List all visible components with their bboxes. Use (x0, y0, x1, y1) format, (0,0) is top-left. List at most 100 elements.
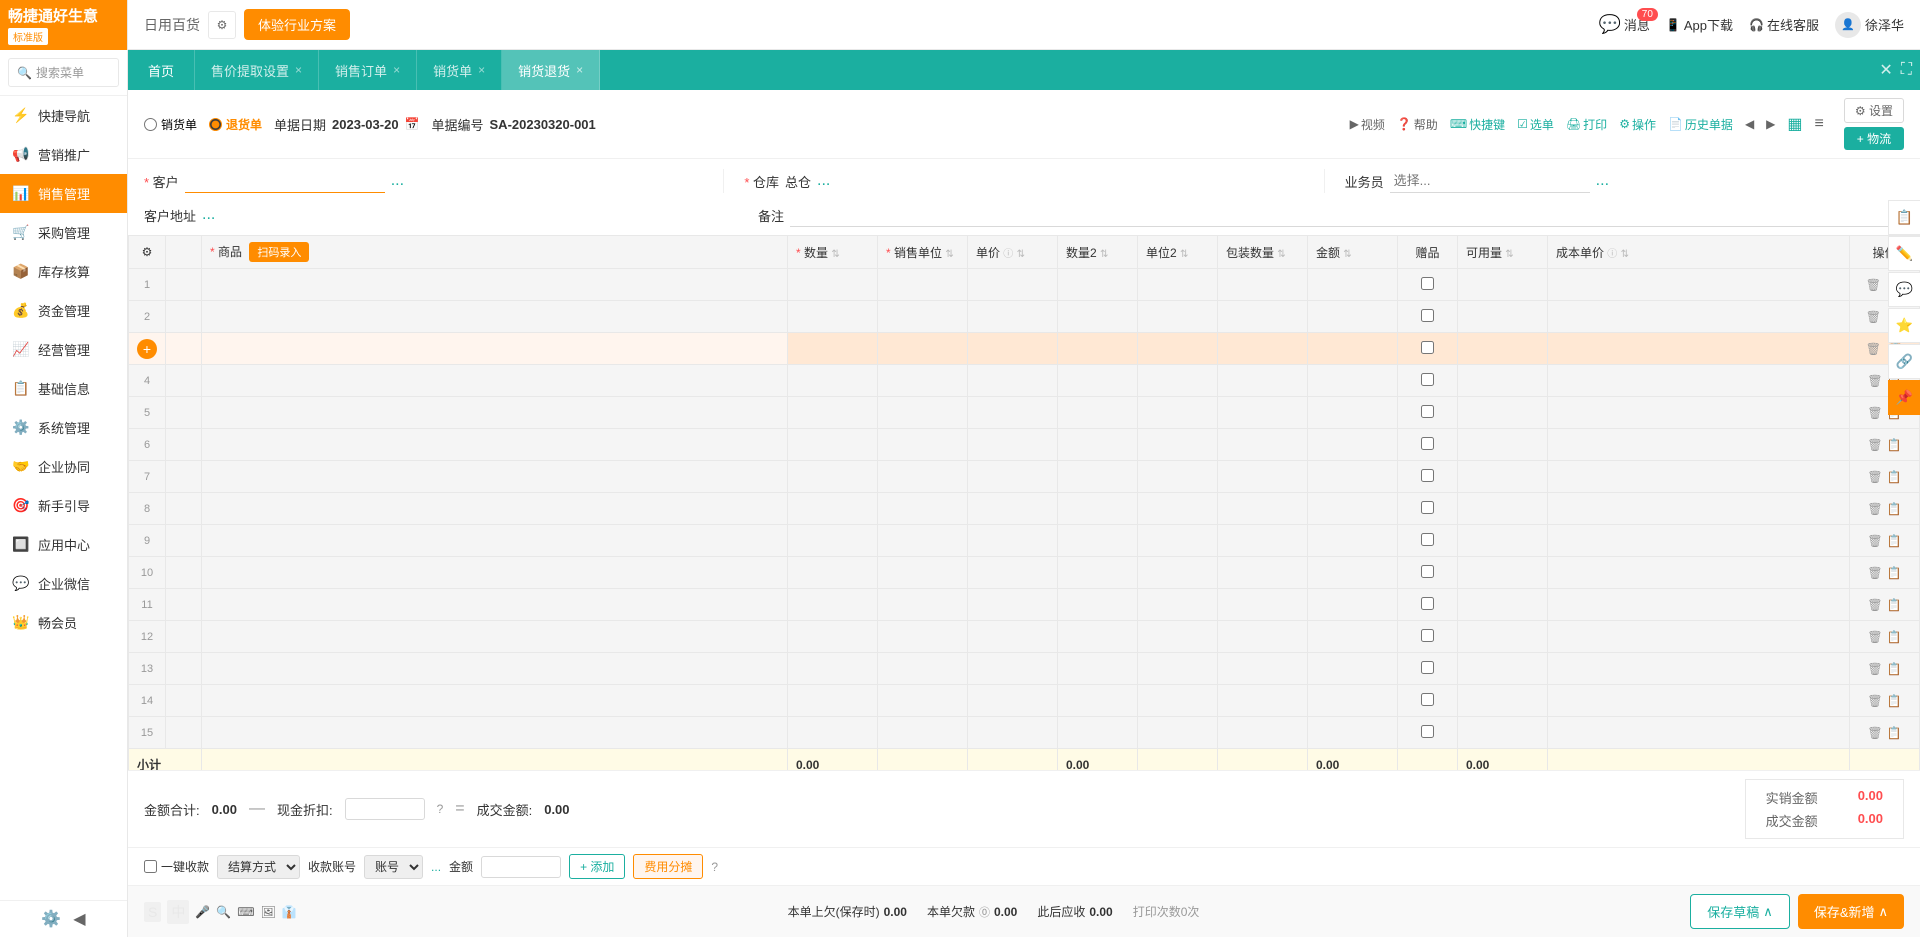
row-3-price[interactable] (967, 333, 1057, 365)
row-6-delete-icon[interactable]: 🗑 (1867, 438, 1882, 452)
staff-input[interactable] (1390, 169, 1590, 193)
topbar-settings-btn[interactable]: ⚙ (208, 11, 236, 39)
row-8-delete-icon[interactable]: 🗑 (1867, 502, 1882, 516)
row-1-unit[interactable] (877, 269, 967, 301)
account-select[interactable]: 账号 (364, 855, 423, 879)
row-13-delete-icon[interactable]: 🗑 (1867, 662, 1882, 676)
row-1-packqty[interactable] (1217, 269, 1307, 301)
table-settings-icon[interactable]: ⚙ (142, 245, 153, 259)
row-3-product-input[interactable] (210, 341, 779, 356)
sidebar-item-enterprise[interactable]: 🤝 企业协同 (0, 447, 127, 486)
row-15-gift-checkbox[interactable] (1421, 725, 1434, 738)
row-1-qty2[interactable] (1057, 269, 1137, 301)
row-1-price[interactable] (967, 269, 1057, 301)
right-panel-item-6[interactable]: 📌 (1888, 380, 1920, 415)
sidebar-item-marketing[interactable]: 📢 营销推广 (0, 135, 127, 174)
row-3-qty[interactable] (787, 333, 877, 365)
row-6-gift-checkbox[interactable] (1421, 437, 1434, 450)
sidebar-item-member[interactable]: 👑 畅会员 (0, 603, 127, 642)
tab-sale-order[interactable]: 销售订单 × (319, 50, 417, 90)
row-9-gift-checkbox[interactable] (1421, 533, 1434, 546)
grid-view-btn[interactable]: ▦ (1787, 114, 1802, 134)
tab-sale-return[interactable]: 销货退货 × (502, 50, 600, 90)
row-13-copy-icon[interactable]: 📋 (1887, 662, 1902, 676)
sidebar-item-purchase[interactable]: 🛒 采购管理 (0, 213, 127, 252)
row-13-gift-checkbox[interactable] (1421, 661, 1434, 674)
prev-record-btn[interactable]: ◀ (1745, 117, 1754, 131)
row-2-unit[interactable] (877, 301, 967, 333)
sidebar-item-sales[interactable]: 📊 销售管理 (0, 174, 127, 213)
row-3-gift[interactable] (1397, 333, 1457, 365)
help-discount-icon[interactable]: ? (437, 802, 444, 816)
user-area[interactable]: 👤 徐泽华 (1835, 12, 1904, 38)
payment-method-select[interactable]: 结算方式 (217, 855, 300, 879)
right-panel-item-4[interactable]: ⭐ (1888, 308, 1920, 343)
row-8-gift-checkbox[interactable] (1421, 501, 1434, 514)
row-2-delete-icon[interactable]: 🗑 (1866, 310, 1881, 324)
row-12-gift-checkbox[interactable] (1421, 629, 1434, 642)
right-panel-item-3[interactable]: 💬 (1888, 272, 1920, 307)
row-11-gift-checkbox[interactable] (1421, 597, 1434, 610)
customer-dots[interactable]: ... (391, 172, 404, 190)
radio-return-input[interactable] (209, 118, 222, 131)
account-dots[interactable]: ... (431, 860, 441, 874)
help-btn[interactable]: ❓ 帮助 (1397, 116, 1438, 133)
row-10-gift-checkbox[interactable] (1421, 565, 1434, 578)
operate-btn[interactable]: ⚙ 操作 (1619, 116, 1656, 133)
row-7-gift-checkbox[interactable] (1421, 469, 1434, 482)
row-3-delete-icon[interactable]: 🗑 (1866, 342, 1881, 356)
app-download-btn[interactable]: 📱 App下载 (1666, 15, 1733, 34)
video-btn[interactable]: ▶ 视频 (1350, 116, 1385, 133)
radio-return[interactable]: 退货单 (209, 116, 262, 133)
row-3-amount[interactable] (1307, 333, 1397, 365)
one-key-payment-input[interactable] (144, 860, 157, 873)
tab-sale-return-close[interactable]: × (576, 63, 583, 77)
tab-sale-order-close[interactable]: × (393, 63, 400, 77)
tab-sale-setting[interactable]: 售价提取设置 × (195, 50, 319, 90)
row-2-qty2[interactable] (1057, 301, 1137, 333)
sidebar-item-system[interactable]: ⚙️ 系统管理 (0, 408, 127, 447)
print-btn[interactable]: 🖨 打印 (1566, 116, 1607, 133)
split-help-icon[interactable]: ? (711, 860, 718, 874)
row-1-gift[interactable] (1397, 269, 1457, 301)
tab-sale-delivery[interactable]: 销货单 × (417, 50, 502, 90)
row-2-product[interactable] (202, 301, 788, 333)
col-settings-header[interactable]: ⚙ (129, 236, 166, 269)
row-1-gift-checkbox[interactable] (1421, 277, 1434, 290)
row-3-packqty[interactable] (1217, 333, 1307, 365)
row-2-gift-checkbox[interactable] (1421, 309, 1434, 322)
row-14-gift-checkbox[interactable] (1421, 693, 1434, 706)
row-1-product[interactable] (202, 269, 788, 301)
row-2-price[interactable] (967, 301, 1057, 333)
scan-btn[interactable]: 扫码录入 (249, 242, 309, 262)
sidebar-item-wecom[interactable]: 💬 企业微信 (0, 564, 127, 603)
one-key-payment-checkbox[interactable]: 一键收款 (144, 858, 209, 875)
radio-sale-input[interactable] (144, 118, 157, 131)
list-view-btn[interactable]: ≡ (1815, 115, 1824, 133)
right-panel-item-1[interactable]: 📋 (1888, 200, 1920, 235)
next-record-btn[interactable]: ▶ (1766, 117, 1775, 131)
row-2-unit2[interactable] (1137, 301, 1217, 333)
row-1-amount[interactable] (1307, 269, 1397, 301)
close-tab-icon[interactable]: ✕ (1879, 60, 1892, 80)
tab-sale-setting-close[interactable]: × (295, 63, 302, 77)
row-2-qty[interactable] (787, 301, 877, 333)
row-4-delete-icon[interactable]: 🗑 (1867, 374, 1882, 388)
right-panel-item-2[interactable]: ✏️ (1888, 236, 1920, 271)
row-7-delete-icon[interactable]: 🗑 (1867, 470, 1882, 484)
sidebar-collapse-icon[interactable]: ◀ (73, 909, 85, 929)
sidebar-item-newbie[interactable]: 🎯 新手引导 (0, 486, 127, 525)
row-3-avail[interactable] (1457, 333, 1547, 365)
row-3-qty2[interactable] (1057, 333, 1137, 365)
row-2-packqty[interactable] (1217, 301, 1307, 333)
row-8-copy-icon[interactable]: 📋 (1887, 502, 1902, 516)
row-2-gift[interactable] (1397, 301, 1457, 333)
sidebar-item-finance[interactable]: 💰 资金管理 (0, 291, 127, 330)
calendar-icon[interactable]: 📅 (405, 117, 420, 131)
discount-input[interactable] (345, 798, 425, 820)
customer-input[interactable] (185, 169, 385, 193)
row-2-cost[interactable] (1547, 301, 1849, 333)
row-3-cost[interactable] (1547, 333, 1849, 365)
message-btn[interactable]: 💬 70 消息 (1598, 14, 1649, 35)
row-1-cost[interactable] (1547, 269, 1849, 301)
